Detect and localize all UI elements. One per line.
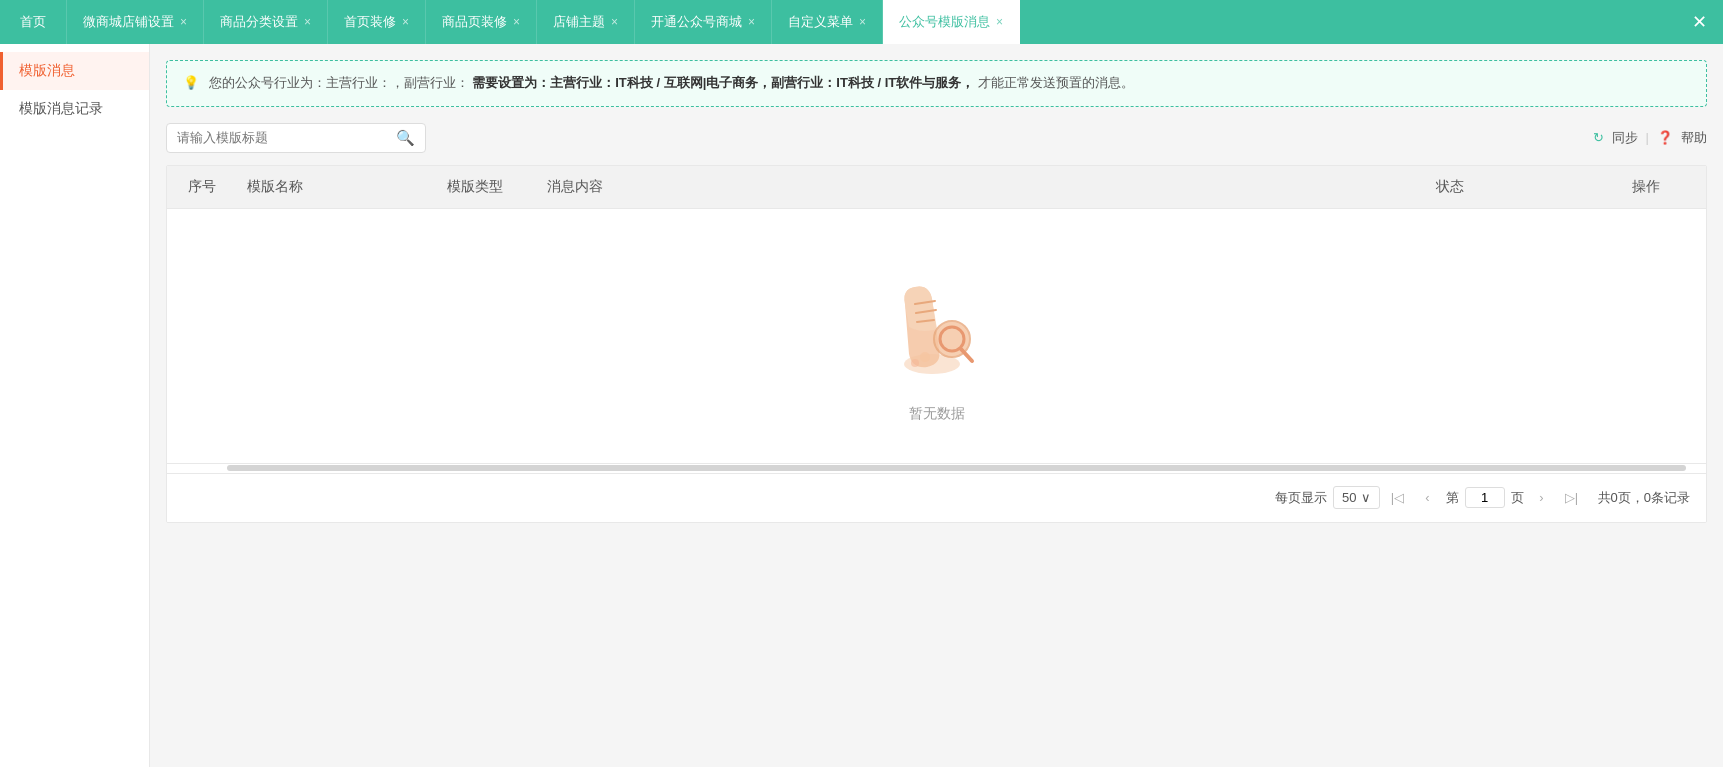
tab-category-settings[interactable]: 商品分类设置 × bbox=[204, 0, 328, 44]
page-label-before: 第 bbox=[1446, 489, 1459, 507]
notice-icon: 💡 bbox=[183, 75, 199, 90]
tab-store-settings[interactable]: 微商城店铺设置 × bbox=[67, 0, 204, 44]
sync-button[interactable]: 同步 bbox=[1612, 129, 1638, 147]
tab-close-template[interactable]: × bbox=[996, 15, 1003, 29]
tab-homepage-decor[interactable]: 首页装修 × bbox=[328, 0, 426, 44]
tab-close-product[interactable]: × bbox=[513, 15, 520, 29]
tab-close-category[interactable]: × bbox=[304, 15, 311, 29]
col-header-name: 模版名称 bbox=[237, 166, 437, 208]
search-input[interactable] bbox=[177, 130, 396, 145]
svg-point-8 bbox=[911, 359, 919, 367]
data-table: 序号 模版名称 模版类型 消息内容 状态 操作 bbox=[166, 165, 1707, 523]
content-area: 💡 您的公众号行业为：主营行业：，副营行业： 需要设置为：主营行业：IT科技 /… bbox=[150, 44, 1723, 767]
divider: | bbox=[1646, 130, 1649, 145]
pagination: 每页显示 50 ∨ |◁ ‹ 第 页 › ▷| 共0页，0条记录 bbox=[167, 473, 1706, 522]
next-page-button[interactable]: › bbox=[1530, 486, 1554, 510]
empty-icon bbox=[877, 269, 997, 389]
help-icon: ❓ bbox=[1657, 130, 1673, 145]
search-input-wrap: 🔍 bbox=[166, 123, 426, 153]
notice-banner: 💡 您的公众号行业为：主营行业：，副营行业： 需要设置为：主营行业：IT科技 /… bbox=[166, 60, 1707, 107]
prev-page-button[interactable]: ‹ bbox=[1416, 486, 1440, 510]
tab-close-menu[interactable]: × bbox=[859, 15, 866, 29]
page-size-select[interactable]: 50 ∨ bbox=[1333, 486, 1379, 509]
tab-close-theme[interactable]: × bbox=[611, 15, 618, 29]
help-button[interactable]: 帮助 bbox=[1681, 129, 1707, 147]
page-size-label: 每页显示 bbox=[1275, 489, 1327, 507]
sidebar-item-template-msg[interactable]: 模版消息 bbox=[0, 52, 149, 90]
first-page-button[interactable]: |◁ bbox=[1386, 486, 1410, 510]
svg-point-7 bbox=[920, 352, 930, 362]
col-header-action: 操作 bbox=[1586, 166, 1706, 208]
sidebar-item-template-records[interactable]: 模版消息记录 bbox=[0, 90, 149, 128]
page-number-input[interactable] bbox=[1465, 487, 1505, 508]
col-header-status: 状态 bbox=[1426, 166, 1586, 208]
tab-custom-menu[interactable]: 自定义菜单 × bbox=[772, 0, 883, 44]
col-header-seq: 序号 bbox=[167, 166, 237, 208]
page-total: 共0页，0条记录 bbox=[1598, 489, 1690, 507]
search-icon[interactable]: 🔍 bbox=[396, 129, 415, 147]
tab-close-mall[interactable]: × bbox=[748, 15, 755, 29]
col-header-type: 模版类型 bbox=[437, 166, 537, 208]
scrollbar-area[interactable] bbox=[167, 463, 1706, 473]
tab-home[interactable]: 首页 bbox=[0, 0, 67, 44]
chevron-down-icon: ∨ bbox=[1361, 490, 1371, 505]
page-label-after: 页 bbox=[1511, 489, 1524, 507]
top-navigation: 首页 微商城店铺设置 × 商品分类设置 × 首页装修 × 商品页装修 × 店铺主… bbox=[0, 0, 1723, 44]
sidebar: 模版消息 模版消息记录 bbox=[0, 44, 150, 767]
search-actions: ↻ 同步 | ❓ 帮助 bbox=[1593, 129, 1707, 147]
scrollbar-track bbox=[227, 465, 1686, 471]
col-header-content: 消息内容 bbox=[537, 166, 1426, 208]
tab-close-homepage[interactable]: × bbox=[402, 15, 409, 29]
tab-store-theme[interactable]: 店铺主题 × bbox=[537, 0, 635, 44]
empty-state: 暂无数据 bbox=[167, 209, 1706, 463]
nav-close-all-button[interactable]: ✕ bbox=[1676, 0, 1723, 44]
table-header: 序号 模版名称 模版类型 消息内容 状态 操作 bbox=[167, 166, 1706, 209]
tab-template-msg[interactable]: 公众号模版消息 × bbox=[883, 0, 1020, 44]
tab-product-decor[interactable]: 商品页装修 × bbox=[426, 0, 537, 44]
empty-text: 暂无数据 bbox=[909, 405, 965, 423]
search-bar: 🔍 ↻ 同步 | ❓ 帮助 bbox=[166, 123, 1707, 153]
sync-icon: ↻ bbox=[1593, 130, 1604, 145]
main-layout: 模版消息 模版消息记录 💡 您的公众号行业为：主营行业：，副营行业： 需要设置为… bbox=[0, 44, 1723, 767]
tab-open-mall[interactable]: 开通公众号商城 × bbox=[635, 0, 772, 44]
last-page-button[interactable]: ▷| bbox=[1560, 486, 1584, 510]
tab-close-store-settings[interactable]: × bbox=[180, 15, 187, 29]
